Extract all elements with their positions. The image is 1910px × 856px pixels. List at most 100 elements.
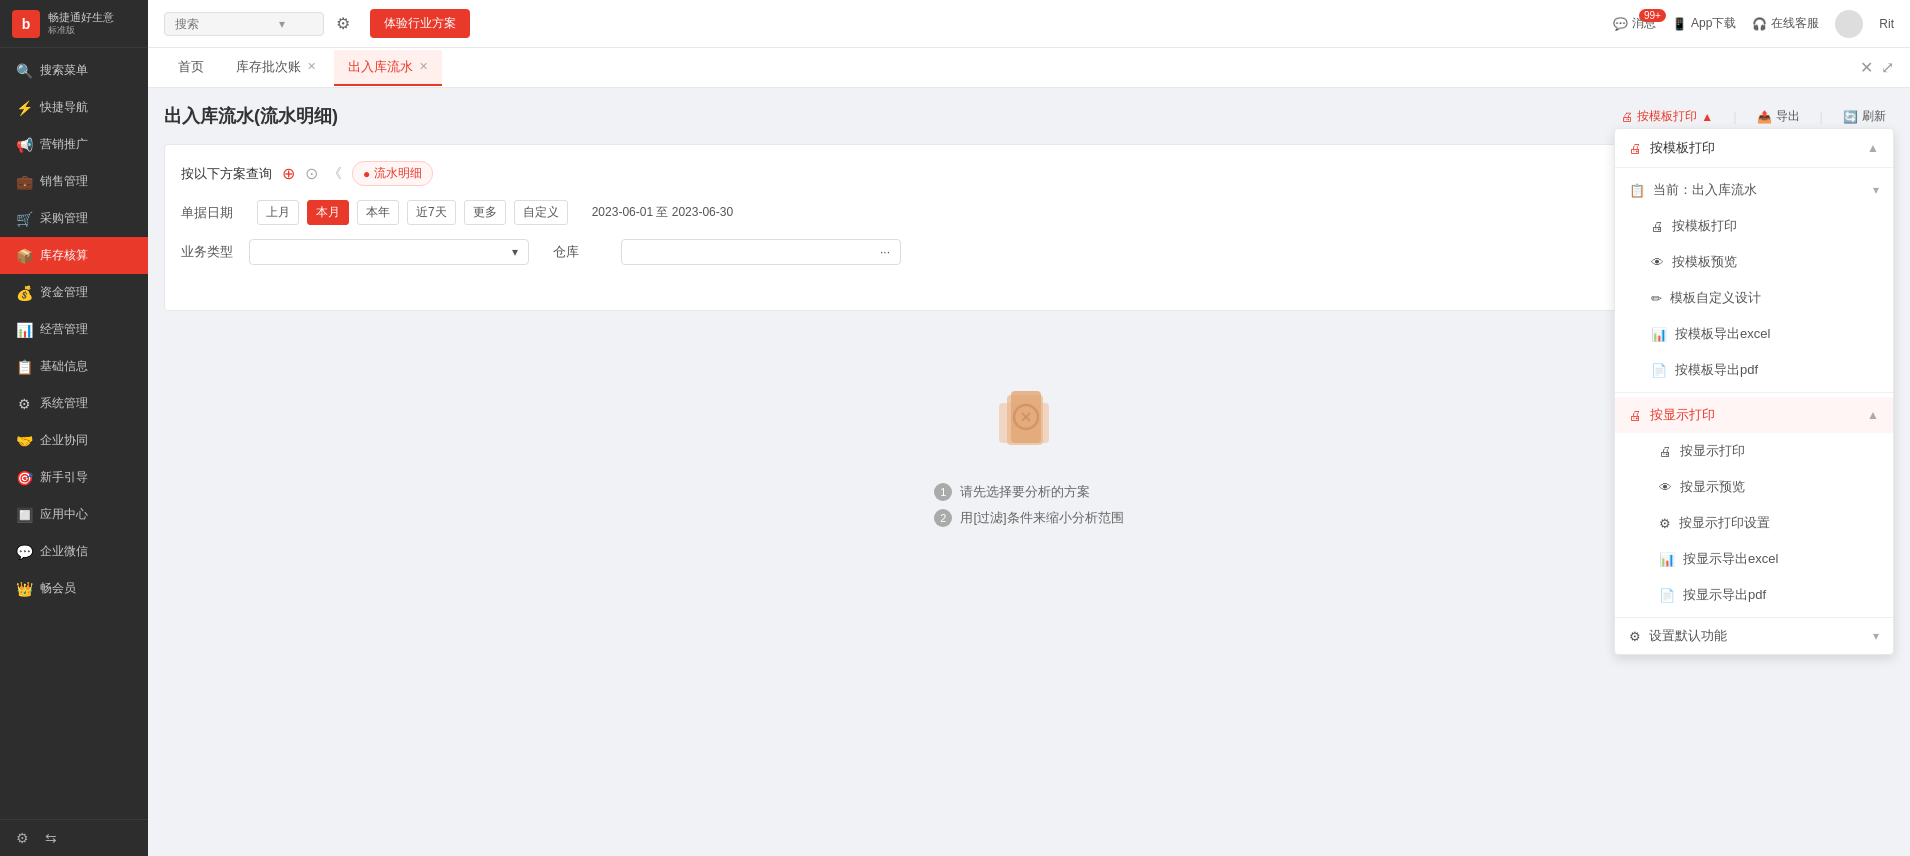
filter-add-icon[interactable]: ⊕ [282,164,295,183]
dropdown-display-pdf[interactable]: 📄 按显示导出pdf [1615,577,1893,613]
filter-settings-icon[interactable]: ⊙ [305,164,318,183]
dropdown-export-excel-template[interactable]: 📊 按模板导出excel [1615,316,1893,352]
sidebar-label-8: 基础信息 [40,358,88,375]
date-btn-more[interactable]: 更多 [464,200,506,225]
app-label: App下载 [1691,15,1736,32]
header-search-box[interactable]: ▾ [164,12,324,36]
sidebar-item-销售管理[interactable]: 💼销售管理 [0,163,148,200]
tip-text-2: 用[过滤]条件来缩小分析范围 [960,509,1123,527]
date-btn-this-month[interactable]: 本月 [307,200,349,225]
filter-collapse-icon[interactable]: 《 [328,165,342,183]
print-template-btn[interactable]: 🖨 按模板打印 ▲ [1613,104,1721,129]
dropdown-design-template[interactable]: ✏ 模板自定义设计 [1615,280,1893,316]
sidebar-item-营销推广[interactable]: 📢营销推广 [0,126,148,163]
refresh-label: 刷新 [1862,108,1886,125]
collapse-icon[interactable]: ⇆ [45,830,57,846]
service-icon: 🎧 [1752,17,1767,31]
sidebar-item-企业微信[interactable]: 💬企业微信 [0,533,148,570]
sidebar-item-搜索菜单[interactable]: 🔍搜索菜单 [0,52,148,89]
search-chevron-icon[interactable]: ▾ [279,17,285,31]
dropdown-chevron-up-icon[interactable]: ▲ [1867,141,1879,155]
dropdown-export-pdf-template[interactable]: 📄 按模板导出pdf [1615,352,1893,388]
export-pdf-template-label: 按模板导出pdf [1675,361,1758,379]
industry-btn[interactable]: 体验行业方案 [370,9,470,38]
dropdown-display-excel[interactable]: 📊 按显示导出excel [1615,541,1893,577]
display-print-icon: 🖨 [1659,444,1672,459]
sidebar-item-库存核算[interactable]: 📦 库存核算 [0,237,148,274]
sidebar-item-采购管理[interactable]: 🛒采购管理 [0,200,148,237]
search-input[interactable] [175,17,275,31]
tab-stock-flow-label: 出入库流水 [348,58,413,76]
sidebar-item-资金管理[interactable]: 💰资金管理 [0,274,148,311]
user-avatar[interactable] [1835,10,1863,38]
message-btn[interactable]: 💬 消息 99+ [1613,15,1656,32]
sidebar-item-畅会员[interactable]: 👑畅会员 [0,570,148,607]
dropdown-current-item[interactable]: 📋 当前：出入库流水 ▾ [1615,172,1893,208]
date-btn-this-year[interactable]: 本年 [357,200,399,225]
empty-illustration [989,383,1069,463]
refresh-btn[interactable]: 🔄 刷新 [1835,104,1894,129]
tabs-expand-icon[interactable]: ⤢ [1881,58,1894,77]
settings-gear-icon[interactable]: ⚙ [336,14,350,33]
design-template-label: 模板自定义设计 [1670,289,1761,307]
dropdown-preview-template[interactable]: 👁 按模板预览 [1615,244,1893,280]
print-chevron-icon[interactable]: ▲ [1701,110,1713,124]
sidebar-item-应用中心[interactable]: 🔲应用中心 [0,496,148,533]
sidebar-item-系统管理[interactable]: ⚙系统管理 [0,385,148,422]
sidebar-icon-8: 📋 [16,359,32,375]
sidebar-footer: ⚙ ⇆ [0,819,148,856]
empty-tip-1: 1 请先选择要分析的方案 [934,483,1123,501]
display-section-chevron-icon[interactable]: ▲ [1867,408,1879,422]
sidebar-label-10: 企业协同 [40,432,88,449]
online-service-btn[interactable]: 🎧 在线客服 [1752,15,1819,32]
sidebar-label-5: 库存核算 [40,247,88,264]
dropdown-display-header[interactable]: 🖨 按显示打印 ▲ [1615,397,1893,433]
date-btn-last-month[interactable]: 上月 [257,200,299,225]
date-label: 单据日期 [181,204,241,222]
dropdown-current-label: 当前：出入库流水 [1653,181,1757,199]
sidebar-item-企业协同[interactable]: 🤝企业协同 [0,422,148,459]
tip-text-1: 请先选择要分析的方案 [960,483,1090,501]
dropdown-display-preview[interactable]: 👁 按显示预览 [1615,469,1893,505]
logo-icon: b [12,10,40,38]
sidebar-label-9: 系统管理 [40,395,88,412]
sidebar-item-新手引导[interactable]: 🎯新手引导 [0,459,148,496]
export-btn[interactable]: 📤 导出 [1749,104,1808,129]
app-download-btn[interactable]: 📱 App下载 [1672,15,1736,32]
page-toolbar: 🖨 按模板打印 ▲ | 📤 导出 | 🔄 刷新 [1613,104,1894,129]
tab-inventory-batch[interactable]: 库存批次账 ✕ [222,50,330,86]
date-btn-custom[interactable]: 自定义 [514,200,568,225]
tip-number-1: 1 [934,483,952,501]
date-btn-7days[interactable]: 近7天 [407,200,456,225]
sidebar-icon-0: 🔍 [16,63,32,79]
dropdown-current-icon: 📋 [1629,183,1645,198]
sidebar-item-基础信息[interactable]: 📋 基础信息 [0,348,148,385]
dropdown-display-settings[interactable]: ⚙ 按显示打印设置 [1615,505,1893,541]
sidebar-item-经营管理[interactable]: 📊经营管理 [0,311,148,348]
display-excel-label: 按显示导出excel [1683,550,1778,568]
tab-inventory-batch-close[interactable]: ✕ [307,60,316,73]
sidebar-icon-5: 📦 [16,248,32,264]
sidebar-item-快捷导航[interactable]: ⚡快捷导航 [0,89,148,126]
username-label[interactable]: Rit [1879,17,1894,31]
dropdown-footer[interactable]: ⚙ 设置默认功能 ▾ [1615,618,1893,654]
warehouse-label: 仓库 [553,243,613,261]
business-type-select[interactable]: ▾ [249,239,529,265]
dropdown-header[interactable]: 🖨 按模板打印 ▲ [1615,129,1893,168]
tab-stock-flow-close[interactable]: ✕ [419,60,428,73]
dropdown-display-print[interactable]: 🖨 按显示打印 [1615,433,1893,469]
tab-home[interactable]: 首页 [164,50,218,86]
tip-number-2: 2 [934,509,952,527]
design-template-icon: ✏ [1651,291,1662,306]
dropdown-print-template[interactable]: 🖨 按模板打印 [1615,208,1893,244]
tabs-close-all-icon[interactable]: ✕ [1860,58,1873,77]
sidebar-icon-6: 💰 [16,285,32,301]
footer-chevron-icon: ▾ [1873,629,1879,643]
warehouse-select[interactable]: ··· [621,239,901,265]
app-name: 畅捷通好生意 [48,10,114,24]
display-print-section-icon: 🖨 [1629,408,1642,423]
settings-icon[interactable]: ⚙ [16,830,29,846]
display-excel-icon: 📊 [1659,552,1675,567]
tab-stock-flow[interactable]: 出入库流水 ✕ [334,50,442,86]
filter-tag-flow[interactable]: ● 流水明细 [352,161,433,186]
